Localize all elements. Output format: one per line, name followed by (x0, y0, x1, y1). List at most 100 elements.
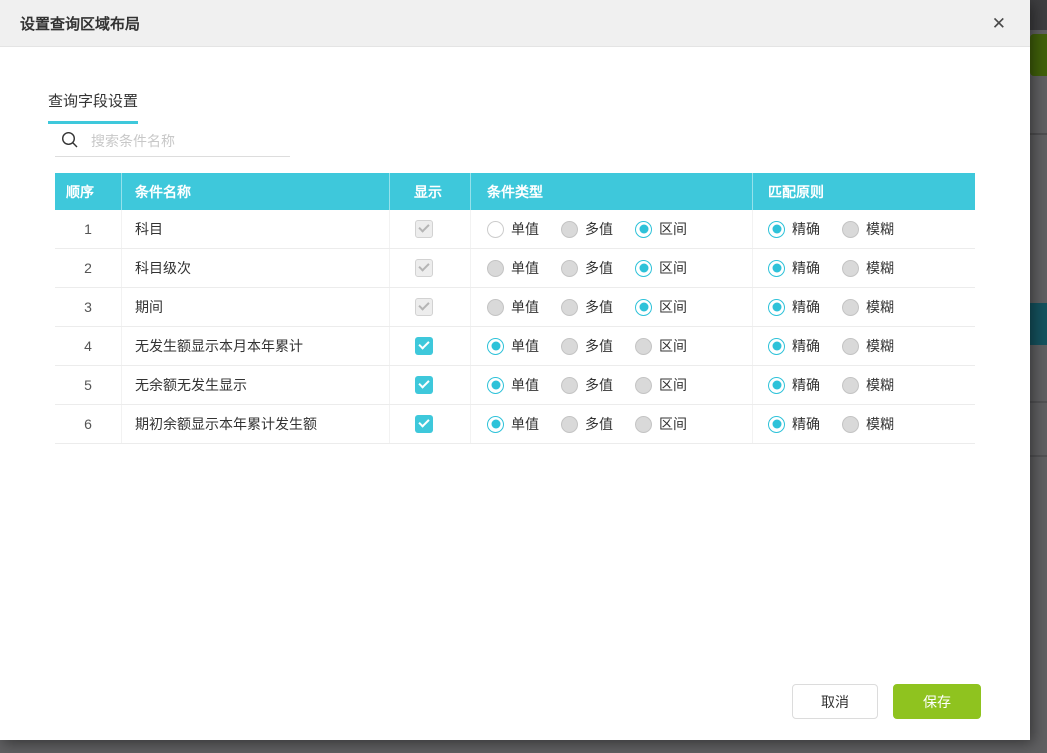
match-option[interactable]: 精确 (768, 219, 820, 239)
radio-icon[interactable] (561, 415, 578, 433)
type-option[interactable]: 单值 (487, 375, 539, 395)
match-option[interactable]: 精确 (768, 414, 820, 434)
type-option[interactable]: 多值 (561, 219, 613, 239)
match-option[interactable]: 精确 (768, 258, 820, 278)
row-order: 3 (55, 288, 122, 326)
match-option[interactable]: 精确 (768, 297, 820, 317)
radio-icon[interactable] (487, 415, 504, 433)
type-option[interactable]: 多值 (561, 336, 613, 356)
type-option[interactable]: 多值 (561, 258, 613, 278)
radio-icon[interactable] (635, 337, 652, 355)
display-checkbox[interactable] (415, 337, 433, 355)
radio-icon[interactable] (561, 259, 578, 277)
display-checkbox[interactable] (415, 259, 433, 277)
radio-icon[interactable] (768, 259, 785, 277)
row-order: 5 (55, 366, 122, 404)
table-body: 1 科目 单值 多值 区间 精确 模糊 2 科目级次 单值 多值 区间 精确 模糊 3 期间… (55, 210, 975, 444)
radio-label: 单值 (511, 377, 539, 393)
radio-icon[interactable] (561, 337, 578, 355)
row-name: 科目级次 (122, 249, 390, 287)
radio-icon[interactable] (768, 220, 785, 238)
radio-icon[interactable] (768, 298, 785, 316)
radio-icon[interactable] (842, 220, 859, 238)
radio-icon[interactable] (768, 337, 785, 355)
radio-icon[interactable] (635, 415, 652, 433)
radio-icon[interactable] (487, 337, 504, 355)
match-option[interactable]: 模糊 (842, 219, 894, 239)
save-button[interactable]: 保存 (893, 684, 981, 719)
type-option[interactable]: 多值 (561, 375, 613, 395)
type-option[interactable]: 区间 (635, 414, 687, 434)
radio-icon[interactable] (635, 298, 652, 316)
radio-label: 多值 (585, 299, 613, 315)
radio-icon[interactable] (768, 376, 785, 394)
radio-icon[interactable] (487, 298, 504, 316)
radio-label: 多值 (585, 260, 613, 276)
radio-label: 精确 (792, 221, 820, 237)
search-icon (61, 131, 78, 148)
backdrop-divider (1030, 133, 1047, 135)
table-row: 4 无发生额显示本月本年累计 单值 多值 区间 精确 模糊 (55, 327, 975, 366)
type-option[interactable]: 单值 (487, 414, 539, 434)
match-option[interactable]: 模糊 (842, 336, 894, 356)
radio-icon[interactable] (842, 415, 859, 433)
dialog-header: 设置查询区域布局 ✕ (0, 0, 1030, 47)
radio-label: 单值 (511, 299, 539, 315)
match-option[interactable]: 模糊 (842, 297, 894, 317)
match-option[interactable]: 模糊 (842, 258, 894, 278)
radio-icon[interactable] (561, 220, 578, 238)
radio-icon[interactable] (635, 259, 652, 277)
display-checkbox[interactable] (415, 415, 433, 433)
search-input[interactable] (91, 133, 290, 149)
radio-label: 多值 (585, 221, 613, 237)
column-header-cond-type: 条件类型 (471, 173, 753, 210)
radio-icon[interactable] (487, 220, 504, 238)
radio-icon[interactable] (561, 376, 578, 394)
radio-icon[interactable] (635, 220, 652, 238)
radio-icon[interactable] (768, 415, 785, 433)
dimmed-background (1030, 0, 1047, 753)
match-option[interactable]: 精确 (768, 375, 820, 395)
row-order: 4 (55, 327, 122, 365)
radio-icon[interactable] (487, 376, 504, 394)
backdrop-teal-block (1030, 303, 1047, 345)
type-option[interactable]: 单值 (487, 258, 539, 278)
close-icon[interactable]: ✕ (988, 11, 1010, 36)
radio-label: 单值 (511, 221, 539, 237)
radio-icon[interactable] (635, 376, 652, 394)
match-option[interactable]: 模糊 (842, 414, 894, 434)
type-option[interactable]: 区间 (635, 336, 687, 356)
radio-icon[interactable] (842, 376, 859, 394)
type-option[interactable]: 单值 (487, 336, 539, 356)
row-order: 2 (55, 249, 122, 287)
row-name: 无发生额显示本月本年累计 (122, 327, 390, 365)
type-option[interactable]: 区间 (635, 219, 687, 239)
match-option[interactable]: 模糊 (842, 375, 894, 395)
cancel-button[interactable]: 取消 (792, 684, 878, 719)
display-checkbox[interactable] (415, 376, 433, 394)
radio-icon[interactable] (561, 298, 578, 316)
type-option[interactable]: 区间 (635, 258, 687, 278)
type-option[interactable]: 区间 (635, 297, 687, 317)
radio-label: 模糊 (866, 377, 894, 393)
radio-label: 模糊 (866, 221, 894, 237)
radio-label: 单值 (511, 260, 539, 276)
radio-icon[interactable] (842, 337, 859, 355)
display-checkbox[interactable] (415, 298, 433, 316)
radio-icon[interactable] (842, 259, 859, 277)
radio-label: 单值 (511, 416, 539, 432)
radio-icon[interactable] (842, 298, 859, 316)
radio-label: 区间 (659, 416, 687, 432)
type-option[interactable]: 区间 (635, 375, 687, 395)
display-checkbox[interactable] (415, 220, 433, 238)
type-option[interactable]: 单值 (487, 297, 539, 317)
type-option[interactable]: 多值 (561, 414, 613, 434)
radio-label: 模糊 (866, 299, 894, 315)
type-option[interactable]: 单值 (487, 219, 539, 239)
tab-query-field-settings[interactable]: 查询字段设置 (48, 90, 139, 124)
column-header-display: 显示 (390, 173, 471, 210)
type-option[interactable]: 多值 (561, 297, 613, 317)
radio-icon[interactable] (487, 259, 504, 277)
match-option[interactable]: 精确 (768, 336, 820, 356)
type-options: 单值 多值 区间 (471, 366, 753, 404)
